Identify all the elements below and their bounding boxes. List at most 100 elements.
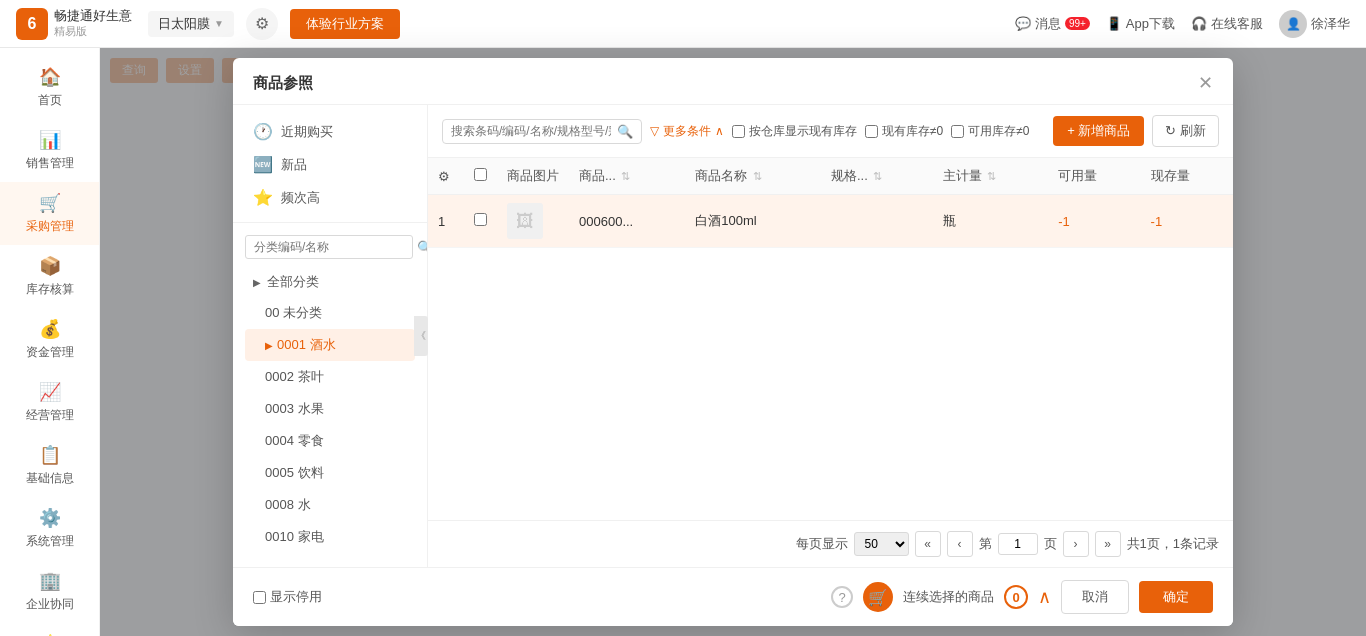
category-item-4[interactable]: 0004 零食: [245, 425, 415, 457]
stock-checkbox[interactable]: [865, 125, 878, 138]
settings-icon[interactable]: ⚙: [246, 8, 278, 40]
messages-item[interactable]: 💬 消息 99+: [1015, 15, 1090, 33]
cancel-button[interactable]: 取消: [1061, 580, 1129, 614]
td-checkbox: [464, 195, 497, 248]
product-search-input[interactable]: [451, 124, 611, 138]
category-search-input[interactable]: [245, 235, 413, 259]
sidebar-item-basic[interactable]: 📋 基础信息: [0, 434, 99, 497]
sidebar-item-operations[interactable]: 📈 经营管理: [0, 371, 99, 434]
help-icon: ?: [831, 586, 853, 608]
sidebar-item-enterprise[interactable]: 🏢 企业协同: [0, 560, 99, 623]
sort-icon-spec[interactable]: ⇅: [873, 170, 882, 182]
add-product-button[interactable]: + 新增商品: [1053, 116, 1144, 146]
first-page-button[interactable]: «: [915, 531, 941, 557]
category-section: ▶ 全部分类 00 未分类 ▶0001 酒水 0002 茶叶 0003: [233, 263, 427, 557]
category-item-7[interactable]: 0010 家电: [245, 521, 415, 553]
category-item-3[interactable]: 0003 水果: [245, 393, 415, 425]
sidebar-item-guide[interactable]: 🌟 新手引导: [0, 623, 99, 636]
last-page-button[interactable]: »: [1095, 531, 1121, 557]
row-checkbox[interactable]: [474, 213, 487, 226]
sort-icon-unit[interactable]: ⇅: [987, 170, 996, 182]
search-icon[interactable]: 🔍: [417, 240, 428, 255]
sort-icon-name[interactable]: ⇅: [753, 170, 762, 182]
th-stock: 现存量: [1141, 158, 1233, 195]
store-selector[interactable]: 日太阳膜 ▼: [148, 11, 234, 37]
category-item-0[interactable]: 00 未分类: [245, 297, 415, 329]
all-categories-label: 全部分类: [267, 273, 319, 291]
messages-badge: 99+: [1065, 17, 1090, 30]
top-nav: 6 畅捷通好生意 精易版 日太阳膜 ▼ ⚙ 体验行业方案 💬 消息 99+ 📱 …: [0, 0, 1366, 48]
new-icon: 🆕: [253, 155, 273, 174]
td-spec: [821, 195, 933, 248]
sidebar-item-purchase[interactable]: 🛒 采购管理: [0, 182, 99, 245]
show-disabled-checkbox-group[interactable]: 显示停用: [253, 588, 322, 606]
logo-area: 6 畅捷通好生意 精易版: [16, 8, 136, 40]
toolbar: 🔍 ▽ 更多条件 ∧ 按仓库显示现有库存: [428, 105, 1233, 158]
warehouse-checkbox[interactable]: [732, 125, 745, 138]
app-download-label: App下载: [1126, 15, 1175, 33]
trial-button[interactable]: 体验行业方案: [290, 9, 400, 39]
customer-service-item[interactable]: 🎧 在线客服: [1191, 15, 1263, 33]
app-download-item[interactable]: 📱 App下载: [1106, 15, 1175, 33]
sidebar-item-sales[interactable]: 📊 销售管理: [0, 119, 99, 182]
available-checkbox[interactable]: [951, 125, 964, 138]
filter-button[interactable]: ▽ 更多条件 ∧: [650, 123, 724, 140]
page-size-select[interactable]: 50 20 100: [854, 532, 909, 556]
left-panel-collapse-button[interactable]: 《: [414, 316, 428, 356]
show-disabled-checkbox[interactable]: [253, 591, 266, 604]
category-item-5[interactable]: 0005 饮料: [245, 457, 415, 489]
mobile-icon: 📱: [1106, 16, 1122, 31]
sidebar-label-inventory: 库存核算: [26, 281, 74, 298]
prev-page-button[interactable]: ‹: [947, 531, 973, 557]
table-row[interactable]: 1 🖼 000600... 白酒100ml: [428, 195, 1233, 248]
chevron-down-icon: ▼: [214, 18, 224, 29]
category-search: 🔍: [233, 231, 427, 263]
category-item-6[interactable]: 0008 水: [245, 489, 415, 521]
category-item-2[interactable]: 0002 茶叶: [245, 361, 415, 393]
first-icon: «: [924, 537, 931, 551]
sidebar-item-home[interactable]: 🏠 首页: [0, 56, 99, 119]
sidebar-item-inventory[interactable]: 📦 库存核算: [0, 245, 99, 308]
avatar: 👤: [1279, 10, 1307, 38]
last-icon: »: [1104, 537, 1111, 551]
available-checkbox-label: 可用库存≠0: [968, 123, 1029, 140]
cart-icon[interactable]: 🛒: [863, 582, 893, 612]
available-checkbox-group[interactable]: 可用库存≠0: [951, 123, 1029, 140]
confirm-button[interactable]: 确定: [1139, 581, 1213, 613]
th-available: 可用量: [1048, 158, 1140, 195]
search-icon[interactable]: 🔍: [617, 124, 633, 139]
category-item-1[interactable]: ▶0001 酒水: [245, 329, 415, 361]
sidebar-label-finance: 资金管理: [26, 344, 74, 361]
quick-item-recent[interactable]: 🕐 近期购买: [245, 115, 415, 148]
user-item[interactable]: 👤 徐泽华: [1279, 10, 1350, 38]
footer-right: ? 🛒 连续选择的商品 0 ∧ 取消 确定: [831, 580, 1213, 614]
all-categories-header[interactable]: ▶ 全部分类: [245, 267, 415, 297]
quick-item-frequent[interactable]: ⭐ 频次高: [245, 181, 415, 214]
stock-checkbox-group[interactable]: 现有库存≠0: [865, 123, 943, 140]
select-all-checkbox[interactable]: [474, 168, 487, 181]
page-number-input[interactable]: [998, 533, 1038, 555]
modal-close-button[interactable]: ✕: [1198, 72, 1213, 94]
stock-checkbox-label: 现有库存≠0: [882, 123, 943, 140]
headset-icon: 🎧: [1191, 16, 1207, 31]
footer-collapse-button[interactable]: ∧: [1038, 586, 1051, 608]
nav-right: 💬 消息 99+ 📱 App下载 🎧 在线客服 👤 徐泽华: [1015, 10, 1350, 38]
message-icon: 💬: [1015, 16, 1031, 31]
username: 徐泽华: [1311, 15, 1350, 33]
sort-icon-code[interactable]: ⇅: [621, 170, 630, 182]
modal-header: 商品参照 ✕: [233, 58, 1233, 105]
sales-icon: 📊: [39, 129, 61, 151]
help-button[interactable]: ?: [831, 586, 853, 609]
sidebar-item-finance[interactable]: 💰 资金管理: [0, 308, 99, 371]
th-name: 商品名称 ⇅: [685, 158, 821, 195]
quick-items: 🕐 近期购买 🆕 新品 ⭐ 频次高: [233, 115, 427, 214]
warehouse-checkbox-group[interactable]: 按仓库显示现有库存: [732, 123, 857, 140]
next-page-button[interactable]: ›: [1063, 531, 1089, 557]
table-settings-icon[interactable]: ⚙: [438, 169, 450, 184]
quick-item-new-label: 新品: [281, 156, 307, 174]
quick-item-new[interactable]: 🆕 新品: [245, 148, 415, 181]
th-image-label: 商品图片: [507, 168, 559, 183]
sidebar-item-system[interactable]: ⚙️ 系统管理: [0, 497, 99, 560]
toolbar-right: + 新增商品 ↻ 刷新: [1053, 115, 1219, 147]
refresh-button[interactable]: ↻ 刷新: [1152, 115, 1219, 147]
